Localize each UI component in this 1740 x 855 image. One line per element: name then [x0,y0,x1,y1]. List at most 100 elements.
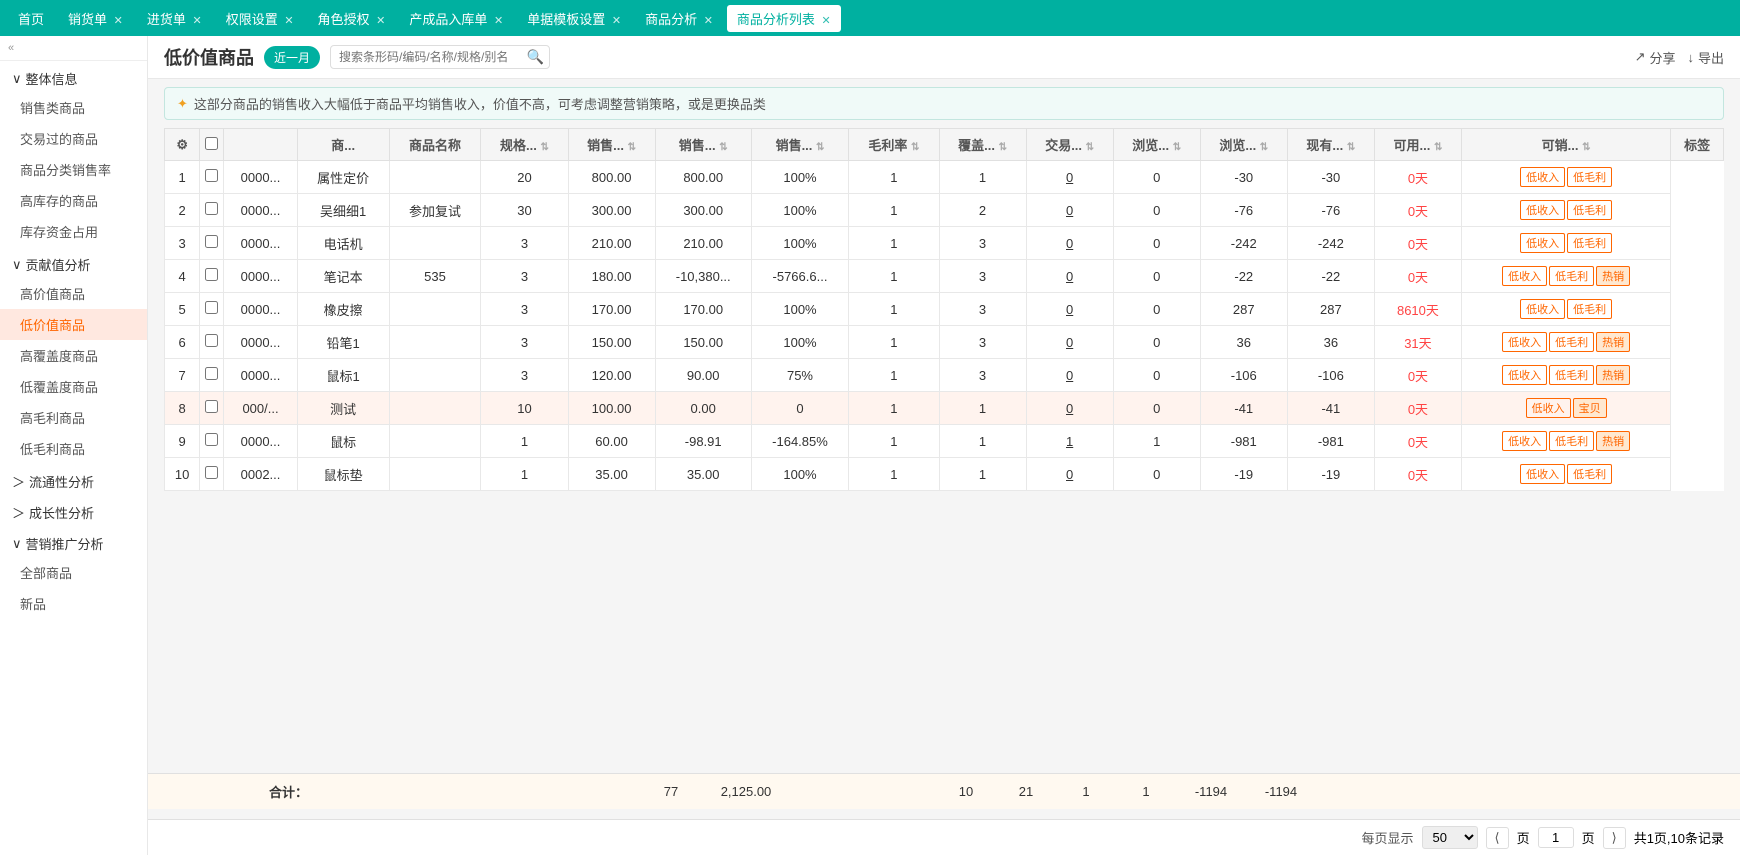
nav-close-product-analysis-list[interactable]: ✕ [822,15,831,27]
nav-close-permission[interactable]: ✕ [284,15,293,27]
cell-checkbox[interactable] [200,326,224,359]
cell-browse1[interactable]: 0 [1026,392,1113,425]
next-page-button[interactable]: ⟩ [1603,827,1626,849]
sidebar-item-inventory-capital[interactable]: 库存资金占用 [0,216,147,247]
row-checkbox[interactable] [205,367,218,380]
browse-link[interactable]: 0 [1066,401,1073,416]
browse-link[interactable]: 0 [1066,467,1073,482]
share-button[interactable]: ↗ 分享 [1635,48,1676,67]
cell-checkbox[interactable] [200,425,224,458]
sidebar-item-all-products[interactable]: 全部商品 [0,557,147,588]
row-checkbox[interactable] [205,169,218,182]
cell-checkbox[interactable] [200,359,224,392]
nav-close-sales[interactable]: ✕ [114,15,123,27]
col-gear[interactable]: ⚙ [165,129,200,161]
col-checkbox[interactable] [200,129,224,161]
row-checkbox[interactable] [205,334,218,347]
cell-browse1[interactable]: 1 [1026,425,1113,458]
cell-browse1[interactable]: 0 [1026,194,1113,227]
sidebar-group-marketing[interactable]: ∨ 营销推广分析 [0,526,147,557]
nav-purchase[interactable]: 进货单 ✕ [137,5,212,32]
search-input[interactable] [330,45,550,69]
nav-permission[interactable]: 权限设置 ✕ [216,5,304,32]
nav-close-product-analysis[interactable]: ✕ [704,15,713,27]
cell-browse1[interactable]: 0 [1026,161,1113,194]
sidebar-item-high-profit[interactable]: 高毛利商品 [0,402,147,433]
cell-browse1[interactable]: 0 [1026,260,1113,293]
cell-checkbox[interactable] [200,260,224,293]
sidebar-item-new-products[interactable]: 新品 [0,588,147,619]
browse-link[interactable]: 0 [1066,170,1073,185]
row-checkbox[interactable] [205,202,218,215]
select-all-checkbox[interactable] [205,137,218,150]
tag-badge: 低毛利 [1567,464,1612,484]
per-page-select[interactable]: 50 100 200 [1422,826,1478,849]
cell-checkbox[interactable] [200,392,224,425]
sidebar-collapse-btn[interactable]: « [8,42,14,54]
date-filter-button[interactable]: 近一月 [264,46,320,69]
cell-browse1[interactable]: 0 [1026,458,1113,491]
sidebar-group-contribution[interactable]: ∨ 贡献值分析 [0,247,147,278]
cell-browse1[interactable]: 0 [1026,359,1113,392]
cell-checkbox[interactable] [200,227,224,260]
sidebar-item-low-profit[interactable]: 低毛利商品 [0,433,147,464]
cell-seq: 7 [165,359,200,392]
nav-sales[interactable]: 销货单 ✕ [58,5,133,32]
browse-link[interactable]: 1 [1066,434,1073,449]
nav-product-analysis[interactable]: 商品分析 ✕ [635,5,723,32]
browse-link[interactable]: 0 [1066,368,1073,383]
cell-checkbox[interactable] [200,161,224,194]
cell-checkbox[interactable] [200,194,224,227]
row-checkbox[interactable] [205,268,218,281]
browse-link[interactable]: 0 [1066,203,1073,218]
cell-spec [389,458,481,491]
sidebar-item-category-sales[interactable]: 商品分类销售率 [0,154,147,185]
sidebar-item-high-coverage[interactable]: 高覆盖度商品 [0,340,147,371]
nav-close-purchase[interactable]: ✕ [192,15,201,27]
sidebar-group-growth[interactable]: ＞ 成长性分析 [0,495,147,526]
sidebar-item-high-value[interactable]: 高价值商品 [0,278,147,309]
row-checkbox[interactable] [205,466,218,479]
sidebar-group-growth-label: 成长性分析 [29,503,94,522]
browse-link[interactable]: 0 [1066,335,1073,350]
browse-link[interactable]: 0 [1066,302,1073,317]
row-checkbox[interactable] [205,433,218,446]
search-icon[interactable]: 🔍 [527,49,544,66]
sidebar-item-high-inventory[interactable]: 高库存的商品 [0,185,147,216]
cell-sale-qty: 3 [481,227,568,260]
sidebar-group-liquidity[interactable]: ＞ 流通性分析 [0,464,147,495]
nav-product-analysis-list[interactable]: 商品分析列表 ✕ [727,5,841,32]
export-button[interactable]: ↓ 导出 [1687,48,1724,67]
nav-close-role[interactable]: ✕ [376,15,385,27]
cell-browse1[interactable]: 0 [1026,227,1113,260]
row-checkbox[interactable] [205,301,218,314]
sidebar-group-overall[interactable]: ∨ 整体信息 [0,61,147,92]
nav-close-product-entry[interactable]: ✕ [494,15,503,27]
row-checkbox[interactable] [205,400,218,413]
browse-link[interactable]: 0 [1066,269,1073,284]
tag-badge: 热销 [1596,266,1630,286]
nav-home[interactable]: 首页 [8,5,54,32]
browse-link[interactable]: 0 [1066,236,1073,251]
scrollbar[interactable] [148,809,1740,819]
nav-role[interactable]: 角色授权 ✕ [308,5,396,32]
nav-product-entry[interactable]: 产成品入库单 ✕ [399,5,513,32]
page-number-input[interactable] [1538,827,1574,848]
cell-code: 0000... [224,161,297,194]
sidebar-item-traded-products[interactable]: 交易过的商品 [0,123,147,154]
sidebar-item-low-coverage[interactable]: 低覆盖度商品 [0,371,147,402]
nav-template[interactable]: 单据模板设置 ✕ [517,5,631,32]
cell-sale-amt2: 150.00 [655,326,751,359]
sidebar-item-sales-products[interactable]: 销售类商品 [0,92,147,123]
cell-checkbox[interactable] [200,293,224,326]
cell-checkbox[interactable] [200,458,224,491]
table-container[interactable]: ⚙ 商... 商品名称 规格... ⇅ 销售... ⇅ 销售... ⇅ 销售..… [148,128,1740,773]
cell-browse1[interactable]: 0 [1026,293,1113,326]
cell-browse2: 0 [1113,458,1200,491]
cell-browse1[interactable]: 0 [1026,326,1113,359]
first-page-button[interactable]: ⟨ [1486,827,1509,849]
nav-close-template[interactable]: ✕ [612,15,621,27]
sidebar-item-low-value[interactable]: 低价值商品 [0,309,147,340]
table-row: 8 000/... 测试 10 100.00 0.00 0 1 1 0 0 -4… [165,392,1724,425]
row-checkbox[interactable] [205,235,218,248]
